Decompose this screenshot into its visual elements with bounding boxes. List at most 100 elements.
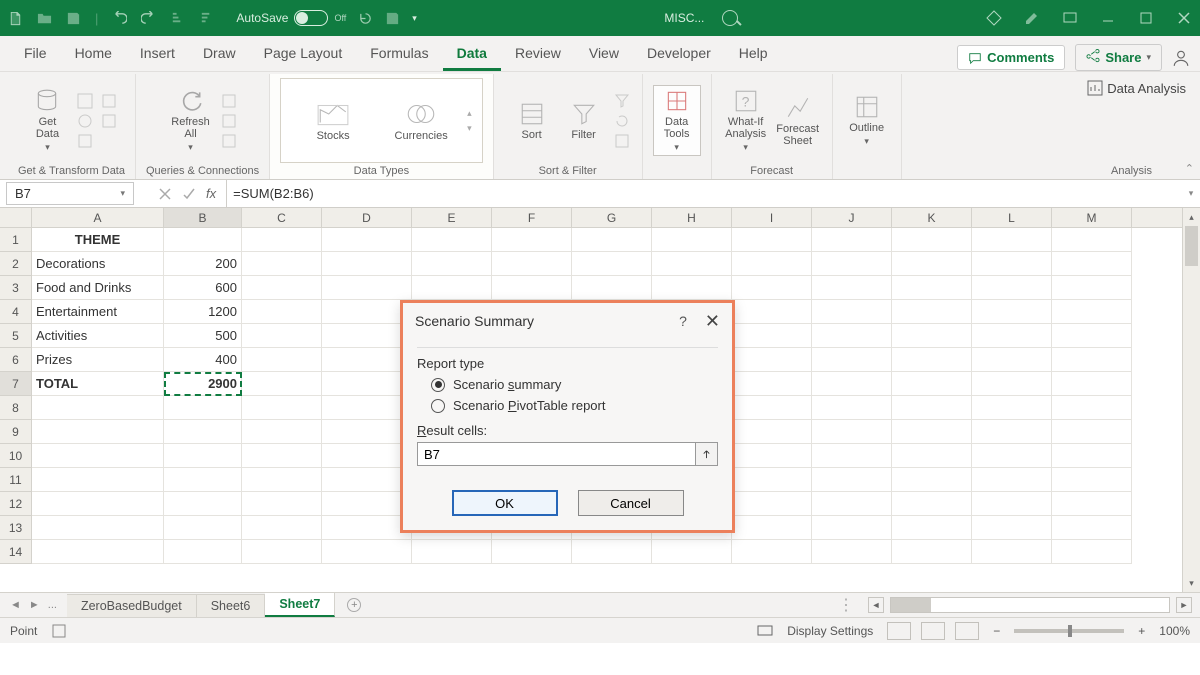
cell[interactable] [1052, 348, 1132, 372]
range-picker-icon[interactable] [696, 442, 718, 466]
cell[interactable] [732, 468, 812, 492]
cell[interactable] [242, 228, 322, 252]
col-header-A[interactable]: A [32, 208, 164, 227]
cell[interactable] [1052, 396, 1132, 420]
minimize-icon[interactable] [1100, 10, 1116, 26]
cell[interactable] [32, 420, 164, 444]
cancel-icon[interactable] [158, 187, 172, 201]
reapply-icon[interactable] [612, 113, 632, 129]
cell[interactable] [412, 228, 492, 252]
cell[interactable] [732, 276, 812, 300]
cell[interactable] [972, 348, 1052, 372]
row-header[interactable]: 6 [0, 348, 32, 372]
cell[interactable] [892, 516, 972, 540]
cell[interactable] [572, 276, 652, 300]
cell[interactable] [572, 228, 652, 252]
cell-selected[interactable]: 2900 [164, 372, 242, 396]
horizontal-scrollbar[interactable] [890, 597, 1170, 613]
cell[interactable] [972, 420, 1052, 444]
cell[interactable] [322, 540, 412, 564]
cell[interactable] [892, 300, 972, 324]
cell[interactable] [1052, 516, 1132, 540]
cell[interactable] [242, 540, 322, 564]
row-header[interactable]: 11 [0, 468, 32, 492]
cell[interactable] [412, 540, 492, 564]
cell[interactable] [972, 252, 1052, 276]
tab-data[interactable]: Data [443, 37, 501, 71]
get-data-button[interactable]: Get Data ▾ [23, 88, 71, 153]
col-header-E[interactable]: E [412, 208, 492, 227]
zoom-in-button[interactable]: + [1138, 624, 1145, 638]
share-button[interactable]: Share ▾ [1075, 44, 1162, 71]
cell[interactable] [1052, 228, 1132, 252]
cell[interactable] [492, 540, 572, 564]
cell[interactable] [572, 540, 652, 564]
cell[interactable] [322, 252, 412, 276]
row-header[interactable]: 3 [0, 276, 32, 300]
cell[interactable]: 200 [164, 252, 242, 276]
cell[interactable] [242, 396, 322, 420]
hscroll-right-icon[interactable]: ► [1176, 597, 1192, 613]
col-header-D[interactable]: D [322, 208, 412, 227]
cell[interactable] [242, 300, 322, 324]
cancel-button[interactable]: Cancel [578, 490, 684, 516]
tab-help[interactable]: Help [725, 37, 782, 71]
cell[interactable]: 1200 [164, 300, 242, 324]
cell[interactable] [972, 396, 1052, 420]
col-header-M[interactable]: M [1052, 208, 1132, 227]
cell[interactable] [732, 540, 812, 564]
col-header-F[interactable]: F [492, 208, 572, 227]
row-header[interactable]: 14 [0, 540, 32, 564]
scroll-up-icon[interactable]: ▴ [1183, 208, 1200, 226]
cell[interactable] [972, 492, 1052, 516]
scroll-down-icon[interactable]: ▾ [1183, 574, 1200, 592]
cell[interactable] [892, 444, 972, 468]
cell[interactable] [322, 444, 412, 468]
formula-input[interactable]: =SUM(B2:B6) [226, 180, 1182, 207]
cell[interactable] [732, 516, 812, 540]
new-sheet-button[interactable]: + [335, 598, 373, 612]
enter-icon[interactable] [182, 187, 196, 201]
cell[interactable]: THEME [32, 228, 164, 252]
cell[interactable] [322, 228, 412, 252]
cell[interactable] [892, 468, 972, 492]
cell[interactable] [1052, 252, 1132, 276]
cell[interactable] [322, 492, 412, 516]
scroll-down-icon[interactable]: ▾ [467, 123, 472, 134]
pencil-icon[interactable] [1024, 10, 1040, 26]
tab-file[interactable]: File [10, 37, 61, 71]
undo-icon[interactable] [112, 11, 127, 26]
stocks-button[interactable]: Stocks [291, 100, 375, 142]
cell[interactable] [492, 252, 572, 276]
collapse-ribbon-icon[interactable]: ⌃ [1185, 162, 1194, 175]
cell[interactable]: 500 [164, 324, 242, 348]
outline-button[interactable]: Outline ▾ [843, 94, 891, 147]
sort-desc-icon[interactable] [199, 11, 214, 26]
cell[interactable] [322, 276, 412, 300]
cell[interactable] [892, 492, 972, 516]
cell[interactable] [164, 468, 242, 492]
cell[interactable] [492, 276, 572, 300]
cell[interactable] [812, 300, 892, 324]
chevron-down-icon[interactable]: ▾ [120, 188, 125, 199]
cell[interactable]: Activities [32, 324, 164, 348]
sort-asc-icon[interactable] [170, 11, 185, 26]
cell[interactable] [242, 492, 322, 516]
cell[interactable] [812, 228, 892, 252]
sort-button[interactable]: Sort [508, 101, 556, 141]
from-web-icon[interactable] [75, 113, 95, 129]
cell[interactable] [32, 540, 164, 564]
autosave-toggle[interactable]: AutoSave Off [236, 10, 346, 26]
cell[interactable] [812, 516, 892, 540]
cell[interactable] [322, 468, 412, 492]
hscroll-left-icon[interactable]: ◄ [868, 597, 884, 613]
cell[interactable] [572, 252, 652, 276]
cell[interactable] [1052, 372, 1132, 396]
cell[interactable] [732, 300, 812, 324]
cell[interactable] [812, 252, 892, 276]
present-icon[interactable] [1062, 10, 1078, 26]
cell[interactable] [732, 252, 812, 276]
cell[interactable] [242, 468, 322, 492]
row-header[interactable]: 13 [0, 516, 32, 540]
zoom-slider[interactable] [1014, 629, 1124, 633]
